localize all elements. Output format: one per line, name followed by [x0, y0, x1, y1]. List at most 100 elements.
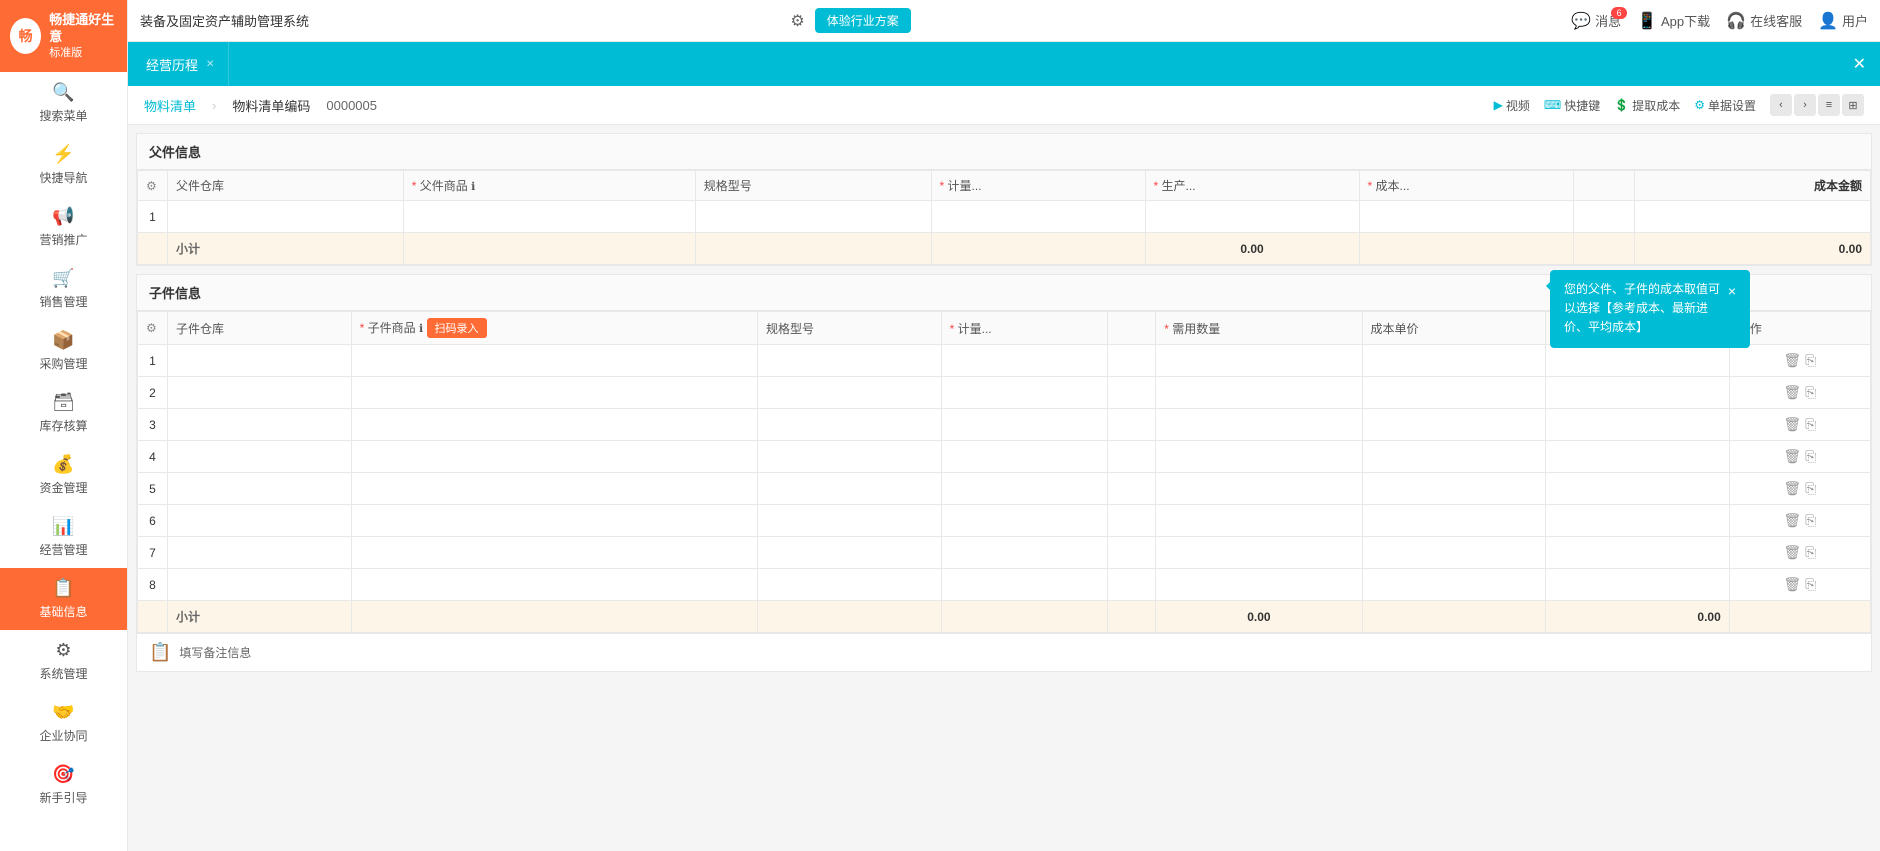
close-all-tabs-button[interactable]: ✕ [1843, 54, 1876, 74]
single-settings-action[interactable]: ⚙ 单据设置 [1694, 97, 1756, 114]
parent-gear-icon[interactable]: ⚙ [146, 179, 157, 193]
sidebar-item-inventory[interactable]: 🗃库存核算 [0, 382, 127, 444]
tab-close-icon[interactable]: ✕ [206, 59, 214, 70]
child-unit-cost-cell[interactable] [1362, 409, 1546, 441]
user-menu[interactable]: 👤 用户 [1818, 11, 1868, 31]
child-warehouse-cell[interactable] [168, 409, 352, 441]
child-quantity-cell[interactable] [1156, 409, 1362, 441]
child-quantity-cell[interactable] [1156, 441, 1362, 473]
child-spec-cell[interactable] [757, 505, 941, 537]
sidebar-item-basic-info[interactable]: 📋基础信息 [0, 568, 127, 630]
sidebar-item-enterprise[interactable]: 🤝企业协同 [0, 692, 127, 754]
delete-icon[interactable]: 🗑 [1783, 448, 1801, 465]
child-goods-cell[interactable] [351, 409, 757, 441]
child-unit-cell[interactable] [941, 441, 1108, 473]
child-goods-cell[interactable] [351, 537, 757, 569]
copy-icon[interactable]: ⎘ [1805, 416, 1816, 433]
copy-icon[interactable]: ⎘ [1805, 448, 1816, 465]
copy-icon[interactable]: ⎘ [1805, 576, 1816, 593]
copy-icon[interactable]: ⎘ [1805, 512, 1816, 529]
sidebar-item-sales[interactable]: 🛒销售管理 [0, 258, 127, 320]
child-spec-cell[interactable] [757, 441, 941, 473]
child-quantity-cell[interactable] [1156, 377, 1362, 409]
child-goods-cell[interactable] [351, 505, 757, 537]
delete-icon[interactable]: 🗑 [1783, 384, 1801, 401]
gear-icon[interactable]: ⚙ [790, 11, 804, 31]
child-unit-cell[interactable] [941, 377, 1108, 409]
sidebar-item-purchase[interactable]: 📦采购管理 [0, 320, 127, 382]
list-view-button[interactable]: ≡ [1818, 94, 1840, 116]
child-warehouse-cell[interactable] [168, 473, 352, 505]
child-unit-cost-cell[interactable] [1362, 473, 1546, 505]
child-unit-cost-cell[interactable] [1362, 537, 1546, 569]
tab-history[interactable]: 经营历程✕ [132, 42, 229, 86]
child-unit-cell[interactable] [941, 537, 1108, 569]
sidebar-item-marketing[interactable]: 📢营销推广 [0, 196, 127, 258]
child-unit-cell[interactable] [941, 345, 1108, 377]
scan-button[interactable]: 扫码录入 [427, 318, 487, 338]
child-spec-cell[interactable] [757, 569, 941, 601]
child-quantity-cell[interactable] [1156, 505, 1362, 537]
copy-icon[interactable]: ⎘ [1805, 352, 1816, 369]
child-warehouse-cell[interactable] [168, 569, 352, 601]
sidebar-item-system[interactable]: ⚙系统管理 [0, 630, 127, 692]
parent-production-cell[interactable] [1145, 201, 1359, 233]
tooltip-close-button[interactable]: × [1728, 280, 1736, 302]
child-spec-cell[interactable] [757, 409, 941, 441]
delete-icon[interactable]: 🗑 [1783, 416, 1801, 433]
child-spec-cell[interactable] [757, 537, 941, 569]
child-quantity-cell[interactable] [1156, 537, 1362, 569]
delete-icon[interactable]: 🗑 [1783, 544, 1801, 561]
child-goods-cell[interactable] [351, 441, 757, 473]
next-record-button[interactable]: › [1794, 94, 1816, 116]
get-cost-action[interactable]: 💲 提取成本 [1614, 97, 1680, 114]
delete-icon[interactable]: 🗑 [1783, 352, 1801, 369]
prev-record-button[interactable]: ‹ [1770, 94, 1792, 116]
parent-cost-cell[interactable] [1359, 201, 1573, 233]
child-gear-icon[interactable]: ⚙ [146, 321, 157, 335]
child-quantity-cell[interactable] [1156, 345, 1362, 377]
child-warehouse-cell[interactable] [168, 505, 352, 537]
child-warehouse-cell[interactable] [168, 345, 352, 377]
sidebar-item-operations[interactable]: 📊经营管理 [0, 506, 127, 568]
child-unit-cost-cell[interactable] [1362, 505, 1546, 537]
delete-icon[interactable]: 🗑 [1783, 576, 1801, 593]
child-spec-cell[interactable] [757, 377, 941, 409]
notes-label[interactable]: 填写备注信息 [179, 644, 251, 661]
child-goods-cell[interactable] [351, 473, 757, 505]
app-download-button[interactable]: 📱 App下载 [1637, 11, 1710, 31]
parent-spec-cell[interactable] [695, 201, 931, 233]
sidebar-item-search[interactable]: 🔍搜索菜单 [0, 72, 127, 134]
expand-button[interactable]: ⊞ [1842, 94, 1864, 116]
child-unit-cell[interactable] [941, 569, 1108, 601]
delete-icon[interactable]: 🗑 [1783, 512, 1801, 529]
child-unit-cost-cell[interactable] [1362, 345, 1546, 377]
child-unit-cell[interactable] [941, 409, 1108, 441]
child-unit-cell[interactable] [941, 473, 1108, 505]
child-quantity-cell[interactable] [1156, 569, 1362, 601]
child-spec-cell[interactable] [757, 345, 941, 377]
parent-unit-cell[interactable] [931, 201, 1145, 233]
parent-warehouse-cell[interactable] [168, 201, 404, 233]
trial-button[interactable]: 体验行业方案 [815, 8, 911, 33]
sidebar-item-guide[interactable]: 🎯新手引导 [0, 754, 127, 816]
child-warehouse-cell[interactable] [168, 377, 352, 409]
copy-icon[interactable]: ⎘ [1805, 544, 1816, 561]
child-goods-cell[interactable] [351, 569, 757, 601]
child-warehouse-cell[interactable] [168, 441, 352, 473]
child-unit-cost-cell[interactable] [1362, 569, 1546, 601]
messages-button[interactable]: 💬 消息 6 [1571, 11, 1621, 31]
child-warehouse-cell[interactable] [168, 537, 352, 569]
shortcuts-action[interactable]: ⌨ 快捷键 [1544, 97, 1600, 114]
delete-icon[interactable]: 🗑 [1783, 480, 1801, 497]
child-unit-cell[interactable] [941, 505, 1108, 537]
parent-goods-cell[interactable] [403, 201, 695, 233]
child-spec-cell[interactable] [757, 473, 941, 505]
sidebar-item-quick-nav[interactable]: ⚡快捷导航 [0, 134, 127, 196]
child-unit-cost-cell[interactable] [1362, 441, 1546, 473]
child-unit-cost-cell[interactable] [1362, 377, 1546, 409]
online-service-button[interactable]: 🎧 在线客服 [1726, 11, 1802, 31]
copy-icon[interactable]: ⎘ [1805, 384, 1816, 401]
sidebar-item-finance[interactable]: 💰资金管理 [0, 444, 127, 506]
video-action[interactable]: ▶ 视频 [1494, 97, 1530, 114]
